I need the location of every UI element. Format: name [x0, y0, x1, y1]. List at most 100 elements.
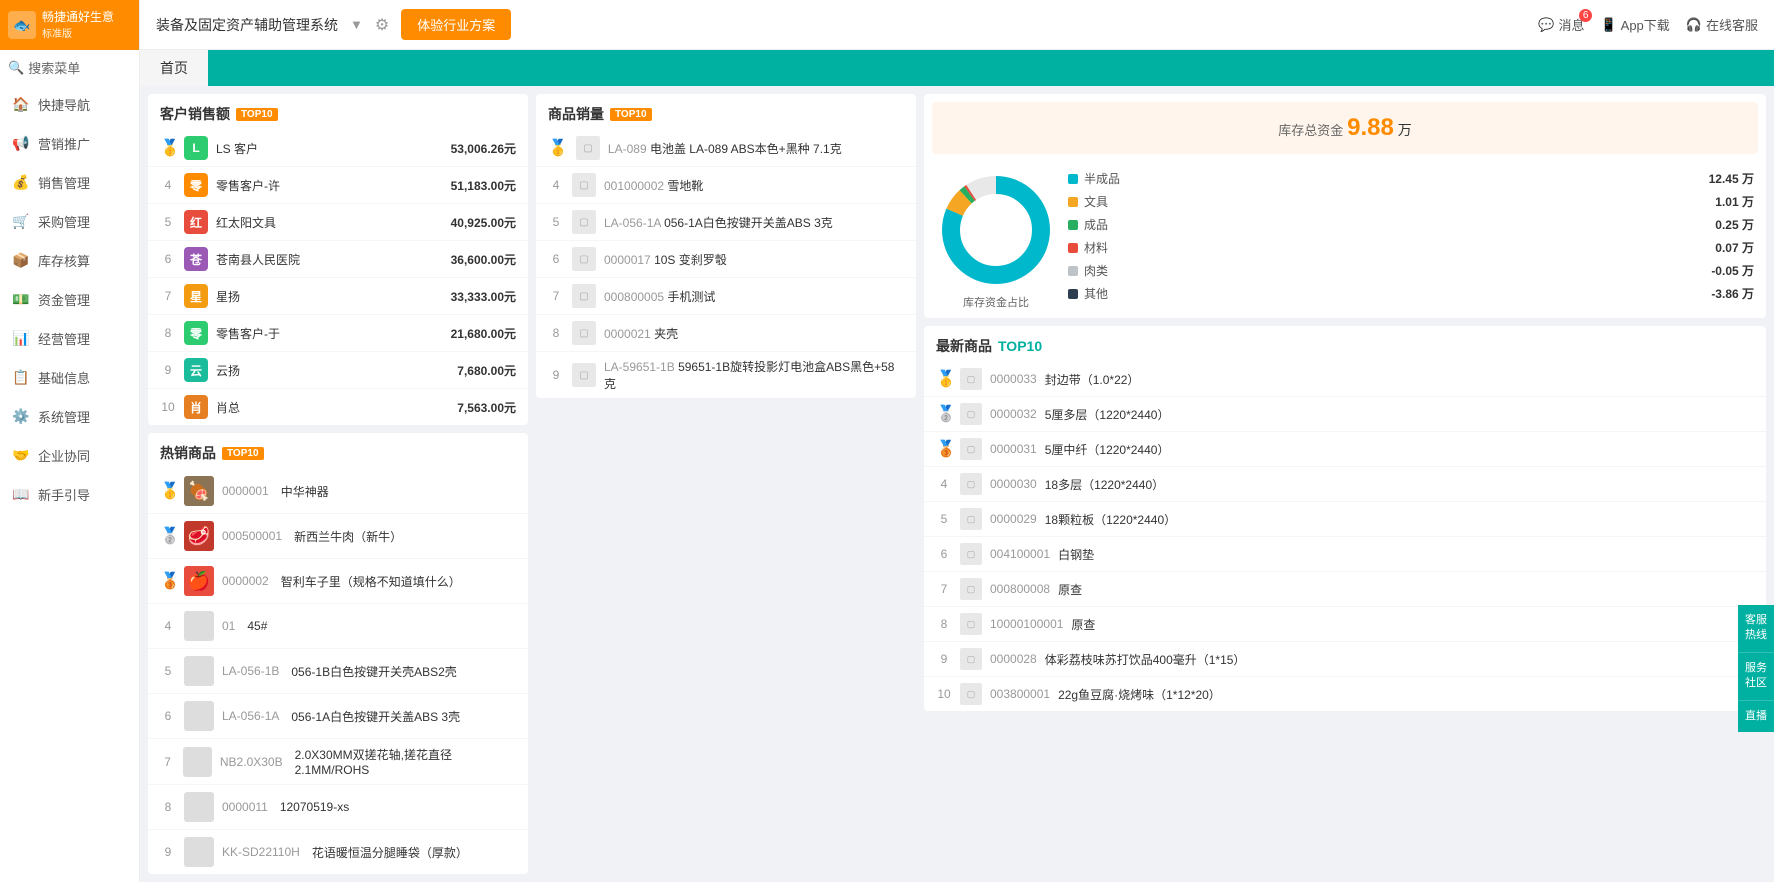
float-buttons: 客服热线 服务社区 直播	[1738, 605, 1774, 732]
hot-img-2: 🥩	[184, 521, 214, 551]
new-name-8: 原查	[1071, 616, 1754, 633]
rank-num-4: 6	[160, 252, 176, 266]
customer-rank-row-3: 5 红 红太阳文具 40,925.00元	[148, 204, 528, 241]
online-service-label: 在线客服	[1706, 15, 1758, 34]
sidebar-label-jingying: 经营管理	[38, 329, 90, 348]
sidebar-search[interactable]: 🔍 搜索菜单	[0, 50, 139, 85]
hot-img-5	[184, 656, 214, 686]
nav-tabs: 首页	[140, 50, 1774, 86]
search-icon: 🔍	[8, 60, 24, 76]
right-column: 库存总资金 9.88 万	[924, 94, 1766, 874]
float-btn-live[interactable]: 直播	[1738, 701, 1774, 732]
hot-name-5: 056-1B白色按键开关壳ABS2壳	[291, 663, 456, 680]
sidebar-item-qiye[interactable]: 🤝 企业协同	[0, 436, 139, 475]
hot-products-title: 热销商品 TOP10	[148, 433, 528, 469]
prod-info-1: LA-089 电池盖 LA-089 ABS本色+黑种 7.1克	[608, 140, 904, 157]
rank-num-2: 4	[160, 178, 176, 192]
sidebar-item-kucun[interactable]: 📦 库存核算	[0, 241, 139, 280]
tab-home[interactable]: 首页	[140, 50, 208, 86]
product-ranking-panel: 商品销量 TOP10 🥇 ▢ LA-089 电池盖 LA-089 ABS本色+黑…	[536, 94, 916, 398]
purchase-icon: 🛒	[12, 213, 30, 231]
prod-row-6: 8 ▢ 0000021 夹壳	[536, 315, 916, 352]
sidebar-item-jingying[interactable]: 📊 经营管理	[0, 319, 139, 358]
new-img-9: ▢	[960, 648, 982, 670]
float-btn-community[interactable]: 服务社区	[1738, 653, 1774, 701]
hot-rank-9: 9	[160, 845, 176, 859]
logo-sub: 标准版	[42, 25, 114, 40]
prod-code-7: LA-59651-1B	[604, 360, 675, 374]
new-name-6: 白钢垫	[1058, 546, 1754, 563]
prod-name-6: 夹壳	[654, 327, 678, 341]
new-code-4: 0000030	[990, 477, 1037, 491]
hot-row-1: 🥇 🍖 0000001 中华神器	[148, 469, 528, 514]
sidebar-item-zijin[interactable]: 💵 资金管理	[0, 280, 139, 319]
new-img-5: ▢	[960, 508, 982, 530]
customer-avatar-6: 零	[184, 321, 208, 345]
sidebar-item-xinshou[interactable]: 📖 新手引导	[0, 475, 139, 514]
sidebar-item-xiaoshou[interactable]: 💰 销售管理	[0, 163, 139, 202]
new-name-9: 体彩荔枝味苏打饮品400毫升（1*15）	[1045, 651, 1754, 668]
sidebar-label-xitong: 系统管理	[38, 407, 90, 426]
prod-name-4: 10S 变刹罗彀	[654, 253, 727, 267]
app-download-btn[interactable]: 📱 App下载	[1600, 15, 1669, 34]
sidebar-label-caigou: 采购管理	[38, 212, 90, 231]
prod-code-1: LA-089	[608, 142, 647, 156]
sidebar-item-jichu[interactable]: 📋 基础信息	[0, 358, 139, 397]
hot-products-list: 🥇 🍖 0000001 中华神器 🥈 🥩 000500001 新西兰	[148, 469, 528, 874]
sidebar-item-caigou[interactable]: 🛒 采购管理	[0, 202, 139, 241]
hot-code-9: KK-SD22110H	[222, 845, 300, 859]
hot-name-1: 中华神器	[281, 483, 329, 500]
prod-img-6: ▢	[572, 321, 596, 345]
legend-dot-5	[1068, 289, 1078, 299]
product-top-badge: TOP10	[610, 108, 652, 121]
operation-icon: 📊	[12, 330, 30, 348]
customer-rank-row-4: 6 苍 苍南县人民医院 36,600.00元	[148, 241, 528, 278]
main-area: 装备及固定资产辅助管理系统 ▼ ⚙ 体验行业方案 💬 消息 6 📱 App下载 …	[140, 0, 1774, 882]
customer-ranking-label: 客户销售额	[160, 104, 230, 124]
hot-name-9: 花语暖恒温分腿睡袋（厚款）	[312, 844, 468, 861]
sidebar-label-kuaijie: 快捷导航	[38, 95, 90, 114]
prod-info-4: 0000017 10S 变刹罗彀	[604, 251, 904, 268]
rank-num-7: 9	[160, 363, 176, 377]
online-service-btn[interactable]: 🎧 在线客服	[1686, 15, 1758, 34]
new-medal-1: 🥇	[936, 369, 952, 389]
prod-row-5: 7 ▢ 000800005 手机测试	[536, 278, 916, 315]
inventory-panel: 库存总资金 9.88 万	[924, 94, 1766, 318]
customer-rank-row-6: 8 零 零售客户-于 21,680.00元	[148, 315, 528, 352]
float-btn-service[interactable]: 客服热线	[1738, 605, 1774, 653]
finance-icon: 💵	[12, 291, 30, 309]
new-prod-row-9: 9 ▢ 0000028 体彩荔枝味苏打饮品400毫升（1*15）	[924, 642, 1766, 677]
home-icon: 🏠	[12, 96, 30, 114]
left-column: 客户销售额 TOP10 🥇 L LS 客户 53,006.26元 4 零	[148, 94, 528, 874]
phone-icon: 📱	[1600, 17, 1616, 33]
trial-button[interactable]: 体验行业方案	[401, 9, 511, 40]
customer-avatar-1: L	[184, 136, 208, 160]
hot-row-7: 7 NB2.0X30B 2.0X30MM双搓花轴,搓花直径2.1MM/ROHS	[148, 739, 528, 785]
new-rank-4: 4	[936, 477, 952, 491]
hot-rank-7: 7	[160, 755, 175, 769]
legend-val-5: -3.86 万	[1711, 285, 1754, 302]
hot-img-3: 🍎	[184, 566, 214, 596]
app-logo: 🐟 畅捷通好生意 标准版	[0, 0, 139, 50]
prod-code-3: LA-056-1A	[604, 216, 661, 230]
customer-amount-5: 33,333.00元	[451, 288, 516, 305]
sidebar-item-yingxiao[interactable]: 📢 营销推广	[0, 124, 139, 163]
legend-val-4: -0.05 万	[1711, 262, 1754, 279]
legend-val-2: 0.25 万	[1715, 216, 1754, 233]
headset-icon: 🎧	[1686, 17, 1702, 33]
sidebar-item-xitong[interactable]: ⚙️ 系统管理	[0, 397, 139, 436]
mid-column: 商品销量 TOP10 🥇 ▢ LA-089 电池盖 LA-089 ABS本色+黑…	[536, 94, 916, 874]
new-name-1: 封边带（1.0*22）	[1045, 371, 1754, 388]
marketing-icon: 📢	[12, 135, 30, 153]
rank-num-5: 7	[160, 289, 176, 303]
legend-item-1: 文具 1.01 万	[1068, 193, 1754, 210]
sidebar-item-kuaijie[interactable]: 🏠 快捷导航	[0, 85, 139, 124]
new-img-4: ▢	[960, 473, 982, 495]
settings-icon[interactable]: ⚙	[375, 15, 389, 35]
sidebar: 🐟 畅捷通好生意 标准版 🔍 搜索菜单 🏠 快捷导航 📢 营销推广 💰 销售管理…	[0, 0, 140, 882]
hot-img-9	[184, 837, 214, 867]
hot-row-2: 🥈 🥩 000500001 新西兰牛肉（新牛）	[148, 514, 528, 559]
hot-img-8	[184, 792, 214, 822]
message-badge[interactable]: 💬 消息 6	[1538, 15, 1584, 34]
customer-name-3: 红太阳文具	[216, 214, 443, 231]
